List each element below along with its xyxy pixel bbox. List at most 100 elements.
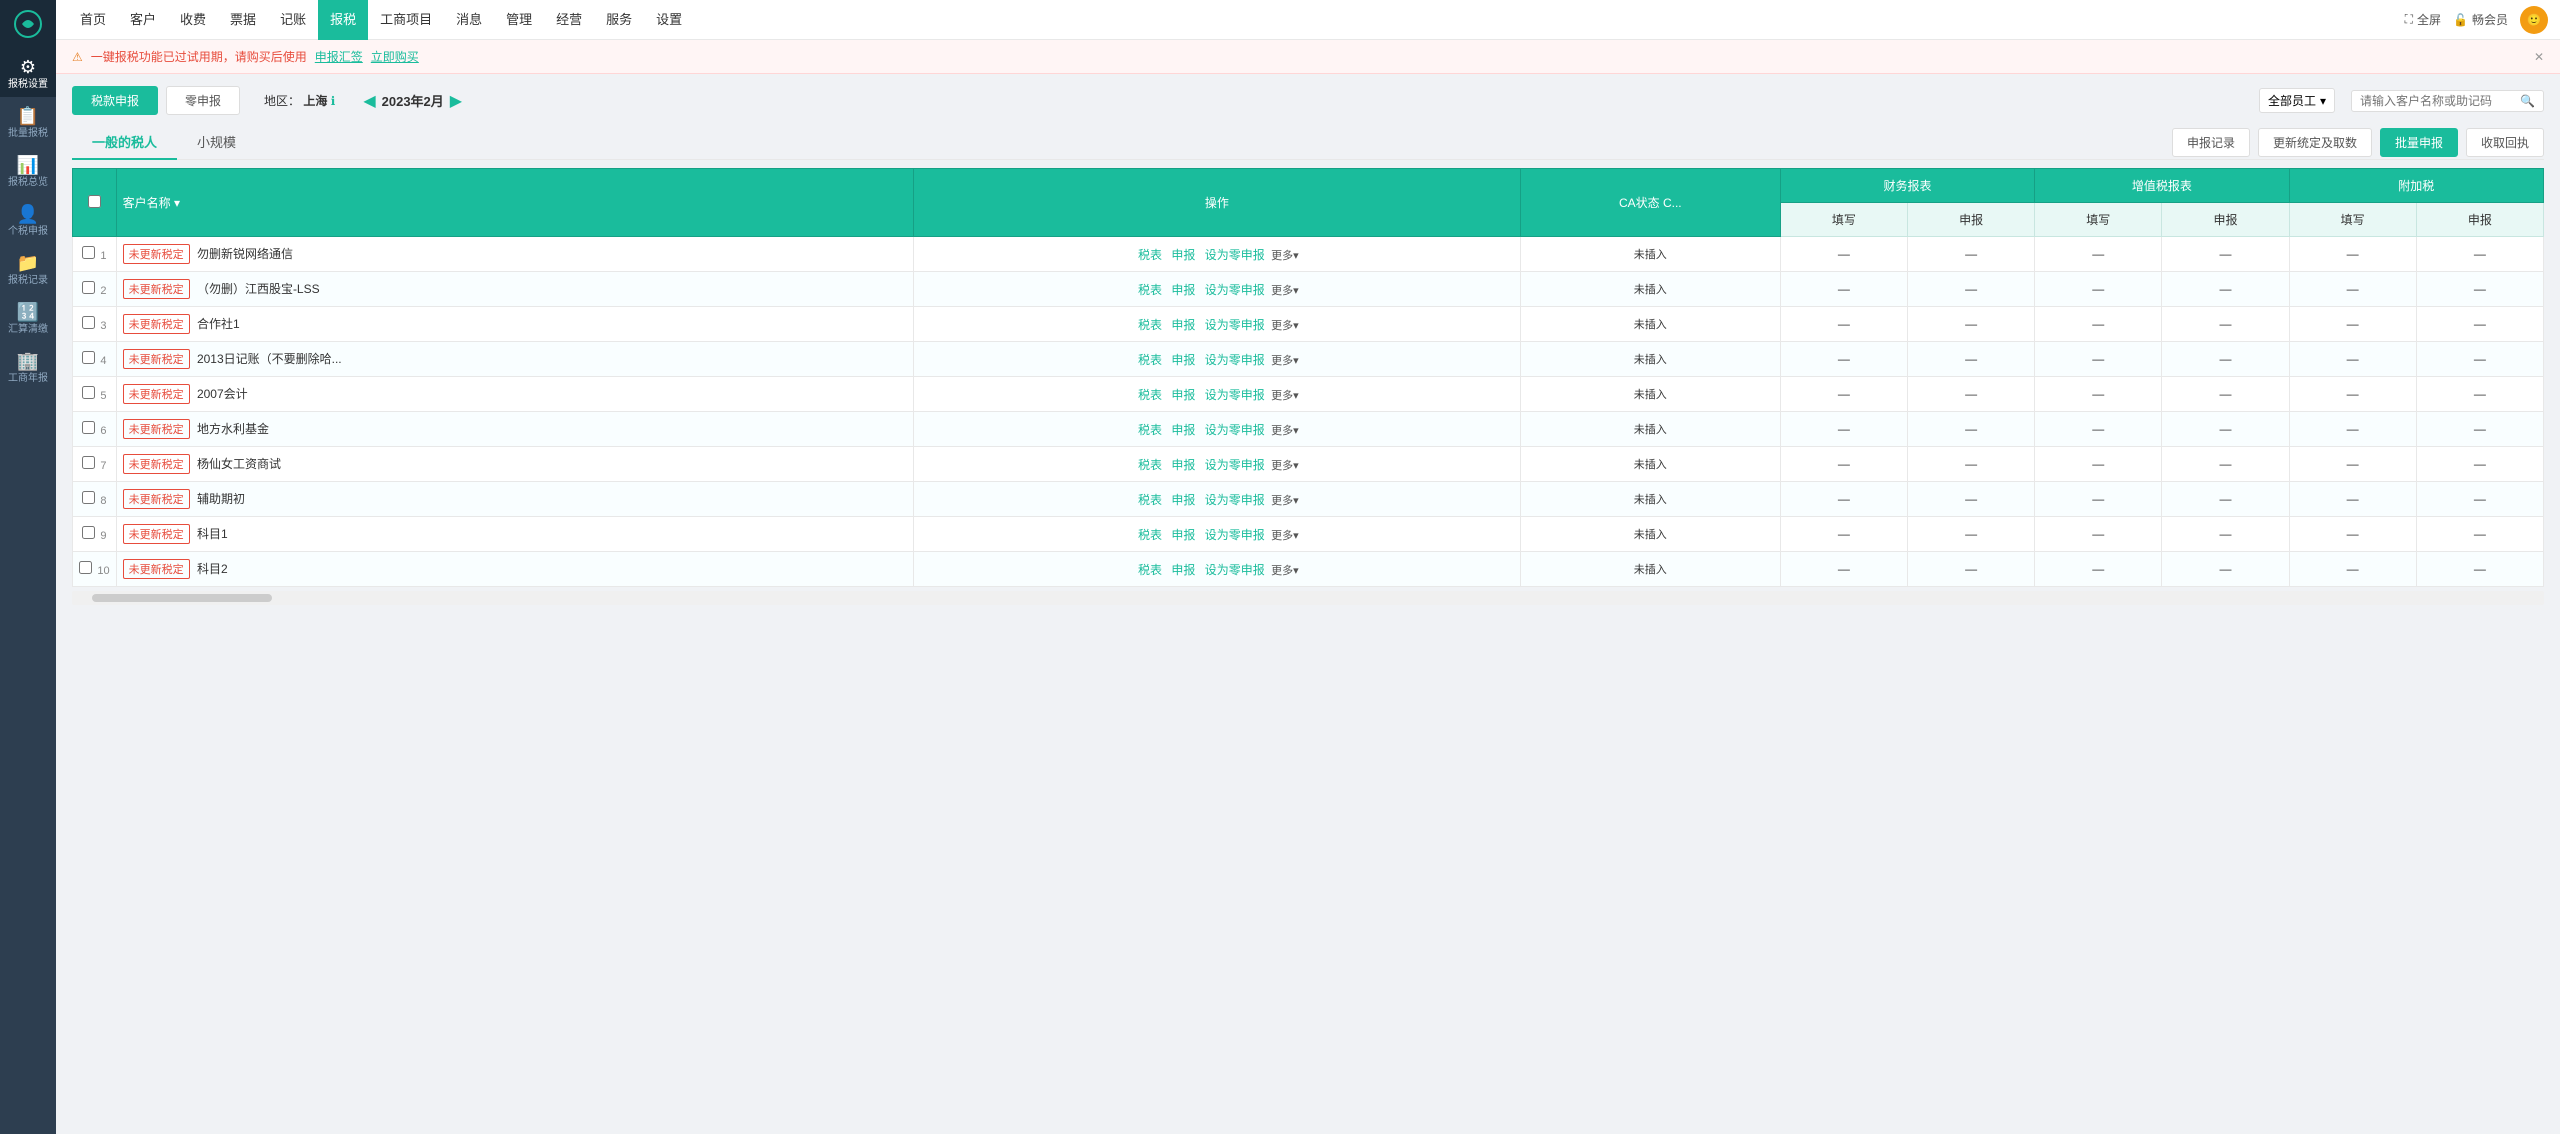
op-more-9[interactable]: 更多▾ bbox=[1271, 565, 1299, 577]
date-prev-button[interactable]: ◀ bbox=[363, 91, 375, 111]
shenbaojilu-button[interactable]: 申报记录 bbox=[2172, 128, 2250, 157]
row-checkbox-7[interactable] bbox=[82, 491, 95, 504]
sidebar-item-tax-records[interactable]: 📁 报税记录 bbox=[0, 244, 56, 293]
tab-zero-declaration[interactable]: 零申报 bbox=[166, 86, 240, 115]
op-submit-7[interactable]: 申报 bbox=[1171, 493, 1195, 507]
client-name-8: 科目1 bbox=[197, 527, 228, 541]
member-button[interactable]: 🔓 畅会员 bbox=[2453, 11, 2508, 28]
nav-tax[interactable]: 报税 bbox=[318, 0, 368, 40]
row-checkbox-6[interactable] bbox=[82, 456, 95, 469]
op-submit-9[interactable]: 申报 bbox=[1171, 563, 1195, 577]
op-more-5[interactable]: 更多▾ bbox=[1271, 425, 1299, 437]
op-tax-form-5[interactable]: 税表 bbox=[1138, 423, 1162, 437]
sidebar-item-tax-overview[interactable]: 📊 报税总览 bbox=[0, 146, 56, 195]
nav-invoice[interactable]: 票据 bbox=[218, 0, 268, 40]
row-checkbox-2[interactable] bbox=[82, 316, 95, 329]
nav-clients[interactable]: 客户 bbox=[118, 0, 168, 40]
row-checkbox-9[interactable] bbox=[79, 561, 92, 574]
op-more-8[interactable]: 更多▾ bbox=[1271, 530, 1299, 542]
fullscreen-button[interactable]: ⛶ 全屏 bbox=[2405, 11, 2441, 28]
horizontal-scrollbar[interactable] bbox=[72, 591, 2544, 605]
op-tax-form-6[interactable]: 税表 bbox=[1138, 458, 1162, 472]
retrieve-button[interactable]: 收取回执 bbox=[2466, 128, 2544, 157]
op-zero-9[interactable]: 设为零申报 bbox=[1205, 563, 1265, 577]
op-tax-form-4[interactable]: 税表 bbox=[1138, 388, 1162, 402]
row-add-submit-3: — bbox=[2416, 342, 2543, 377]
op-submit-4[interactable]: 申报 bbox=[1171, 388, 1195, 402]
op-more-1[interactable]: 更多▾ bbox=[1271, 285, 1299, 297]
op-tax-form-8[interactable]: 税表 bbox=[1138, 528, 1162, 542]
op-tax-form-9[interactable]: 税表 bbox=[1138, 563, 1162, 577]
row-checkbox-3[interactable] bbox=[82, 351, 95, 364]
batch-submit-button[interactable]: 批量申报 bbox=[2380, 128, 2458, 157]
op-tax-form-2[interactable]: 税表 bbox=[1138, 318, 1162, 332]
row-checkbox-1[interactable] bbox=[82, 281, 95, 294]
op-tax-form-1[interactable]: 税表 bbox=[1138, 283, 1162, 297]
trial-link-buy[interactable]: 立即购买 bbox=[371, 48, 419, 65]
op-zero-6[interactable]: 设为零申报 bbox=[1205, 458, 1265, 472]
search-icon[interactable]: 🔍 bbox=[2520, 94, 2535, 108]
sidebar-item-calc-clear[interactable]: 🔢 汇算清缴 bbox=[0, 293, 56, 342]
op-submit-0[interactable]: 申报 bbox=[1171, 248, 1195, 262]
date-next-button[interactable]: ▶ bbox=[450, 91, 462, 111]
nav-biz-projects[interactable]: 工商项目 bbox=[368, 0, 444, 40]
op-more-2[interactable]: 更多▾ bbox=[1271, 320, 1299, 332]
op-zero-0[interactable]: 设为零申报 bbox=[1205, 248, 1265, 262]
row-tax-fill-1: — bbox=[2035, 272, 2162, 307]
scrollbar-thumb[interactable] bbox=[92, 594, 272, 602]
tab-tax-declaration[interactable]: 税款申报 bbox=[72, 86, 158, 115]
op-zero-1[interactable]: 设为零申报 bbox=[1205, 283, 1265, 297]
region-info-icon[interactable]: ℹ bbox=[331, 94, 336, 108]
row-add-fill-8: — bbox=[2289, 517, 2416, 552]
sidebar-item-batch-tax[interactable]: 📋 批量报税 bbox=[0, 97, 56, 146]
op-tax-form-7[interactable]: 税表 bbox=[1138, 493, 1162, 507]
op-more-3[interactable]: 更多▾ bbox=[1271, 355, 1299, 367]
subtab-small-scale[interactable]: 小规模 bbox=[177, 125, 256, 160]
trial-link-apply[interactable]: 申报汇签 bbox=[315, 48, 363, 65]
op-tax-form-0[interactable]: 税表 bbox=[1138, 248, 1162, 262]
sidebar-item-personal-tax[interactable]: 👤 个税申报 bbox=[0, 195, 56, 244]
nav-messages[interactable]: 消息 bbox=[444, 0, 494, 40]
op-zero-5[interactable]: 设为零申报 bbox=[1205, 423, 1265, 437]
op-submit-8[interactable]: 申报 bbox=[1171, 528, 1195, 542]
nav-billing[interactable]: 收费 bbox=[168, 0, 218, 40]
op-zero-8[interactable]: 设为零申报 bbox=[1205, 528, 1265, 542]
nav-operations[interactable]: 经营 bbox=[544, 0, 594, 40]
op-zero-4[interactable]: 设为零申报 bbox=[1205, 388, 1265, 402]
subtab-general-taxpayer[interactable]: 一般的税人 bbox=[72, 125, 177, 160]
row-checkbox-4[interactable] bbox=[82, 386, 95, 399]
employee-filter-dropdown[interactable]: 全部员工 ▾ bbox=[2259, 88, 2335, 113]
row-checkbox-0[interactable] bbox=[82, 246, 95, 259]
op-more-7[interactable]: 更多▾ bbox=[1271, 495, 1299, 507]
client-name-header[interactable]: 客户名称 ▾ bbox=[116, 169, 913, 237]
select-all-checkbox[interactable] bbox=[88, 195, 101, 208]
row-checkbox-8[interactable] bbox=[82, 526, 95, 539]
op-more-0[interactable]: 更多▾ bbox=[1271, 250, 1299, 262]
update-stats-button[interactable]: 更新统定及取数 bbox=[2258, 128, 2372, 157]
nav-accounting[interactable]: 记账 bbox=[268, 0, 318, 40]
op-zero-3[interactable]: 设为零申报 bbox=[1205, 353, 1265, 367]
op-submit-2[interactable]: 申报 bbox=[1171, 318, 1195, 332]
user-avatar[interactable]: 🙂 bbox=[2520, 6, 2548, 34]
banner-close-button[interactable]: ✕ bbox=[2534, 50, 2544, 64]
region-label: 地区： 上海 ℹ bbox=[264, 92, 335, 109]
nav-settings[interactable]: 设置 bbox=[644, 0, 694, 40]
row-client-name: 未更新税定 杨仙女工资商试 bbox=[116, 447, 913, 482]
op-submit-3[interactable]: 申报 bbox=[1171, 353, 1195, 367]
op-submit-6[interactable]: 申报 bbox=[1171, 458, 1195, 472]
nav-management[interactable]: 管理 bbox=[494, 0, 544, 40]
nav-service[interactable]: 服务 bbox=[594, 0, 644, 40]
nav-home[interactable]: 首页 bbox=[68, 0, 118, 40]
sidebar-item-biz-annual[interactable]: 🏢 工商年报 bbox=[0, 342, 56, 391]
op-zero-2[interactable]: 设为零申报 bbox=[1205, 318, 1265, 332]
op-more-4[interactable]: 更多▾ bbox=[1271, 390, 1299, 402]
app-logo bbox=[0, 0, 56, 48]
op-submit-1[interactable]: 申报 bbox=[1171, 283, 1195, 297]
op-submit-5[interactable]: 申报 bbox=[1171, 423, 1195, 437]
op-zero-7[interactable]: 设为零申报 bbox=[1205, 493, 1265, 507]
op-more-6[interactable]: 更多▾ bbox=[1271, 460, 1299, 472]
op-tax-form-3[interactable]: 税表 bbox=[1138, 353, 1162, 367]
client-search-input[interactable] bbox=[2360, 94, 2520, 108]
sidebar-item-tax-settings[interactable]: ⚙ 报税设置 bbox=[0, 48, 56, 97]
row-checkbox-5[interactable] bbox=[82, 421, 95, 434]
